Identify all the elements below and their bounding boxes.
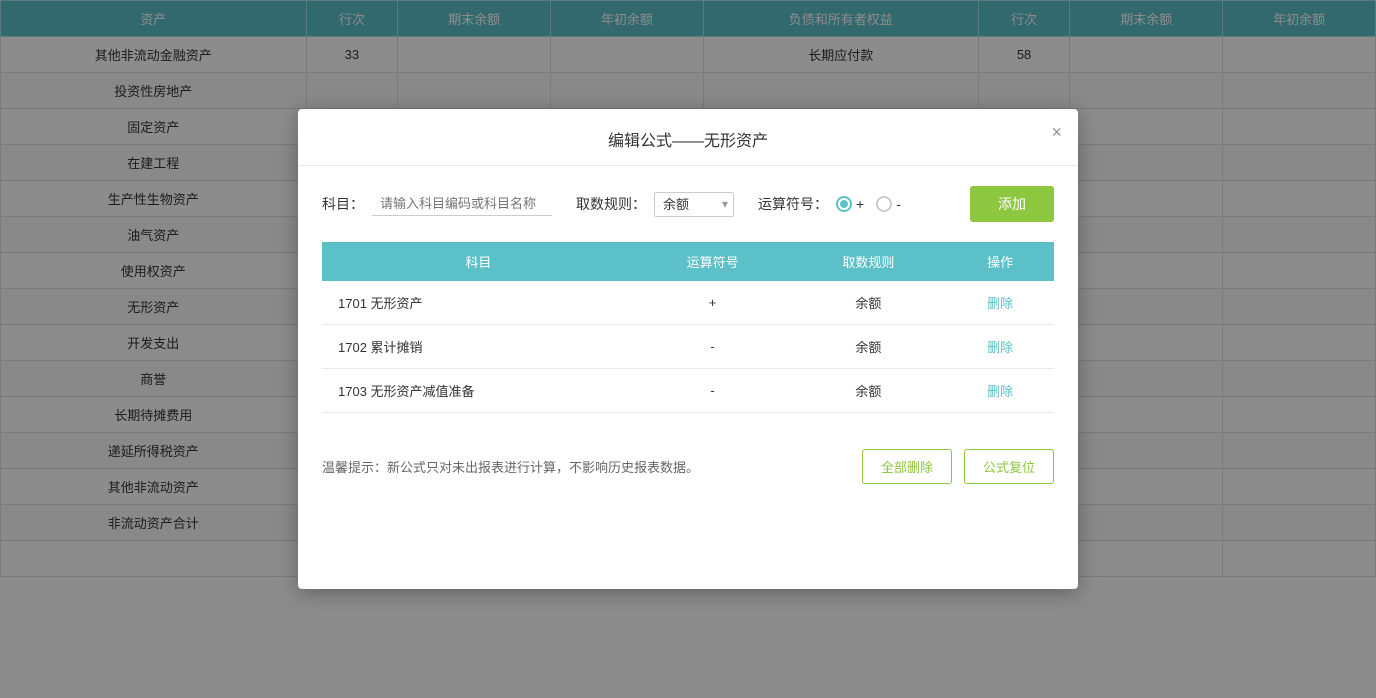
reset-formula-button[interactable]: 公式复位 (964, 449, 1054, 484)
table-cell-subject: 1702 累计摊销 (322, 325, 635, 369)
modal-footer: 温馨提示：新公式只对未出报表进行计算，不影响历史报表数据。 全部删除 公式复位 (298, 433, 1078, 484)
formula-form-row: 科目： 取数规则： 余额 借方 贷方 运算符号： (322, 186, 1054, 222)
table-cell-operator: - (635, 325, 791, 369)
table-header-action: 操作 (946, 242, 1054, 281)
delete-row-button[interactable]: 删除 (987, 384, 1013, 399)
footer-buttons: 全部删除 公式复位 (862, 449, 1054, 484)
operator-minus-label: - (896, 196, 901, 212)
table-cell-rule: 余额 (791, 369, 947, 413)
modal-body: 科目： 取数规则： 余额 借方 贷方 运算符号： (298, 166, 1078, 433)
operator-plus-radio-circle (836, 196, 852, 212)
delete-row-button[interactable]: 删除 (987, 340, 1013, 355)
rule-group: 取数规则： 余额 借方 贷方 (576, 192, 734, 217)
operator-minus-radio[interactable]: - (876, 196, 901, 212)
operator-minus-radio-circle (876, 196, 892, 212)
modal-close-button[interactable]: × (1051, 123, 1062, 141)
rule-select[interactable]: 余额 借方 贷方 (654, 192, 734, 217)
delete-row-button[interactable]: 删除 (987, 296, 1013, 311)
modal-header: 编辑公式——无形资产 × (298, 109, 1078, 166)
rule-select-wrap: 余额 借方 贷方 (654, 192, 734, 217)
table-header-operator: 运算符号 (635, 242, 791, 281)
modal-overlay: 编辑公式——无形资产 × 科目： 取数规则： 余额 借方 贷方 (0, 0, 1376, 698)
delete-all-button[interactable]: 全部删除 (862, 449, 952, 484)
table-cell-rule: 余额 (791, 325, 947, 369)
subject-label: 科目： (322, 194, 364, 214)
add-button[interactable]: 添加 (970, 186, 1054, 222)
edit-formula-modal: 编辑公式——无形资产 × 科目： 取数规则： 余额 借方 贷方 (298, 109, 1078, 589)
table-row: 1703 无形资产减值准备-余额 删除 (322, 369, 1054, 413)
table-row: 1701 无形资产+余额 删除 (322, 281, 1054, 325)
operator-plus-label: + (856, 196, 864, 212)
table-cell-subject: 1703 无形资产减值准备 (322, 369, 635, 413)
table-cell-operator: - (635, 369, 791, 413)
modal-title: 编辑公式——无形资产 (608, 133, 768, 150)
subject-group: 科目： (322, 192, 552, 216)
operator-plus-radio[interactable]: + (836, 196, 864, 212)
formula-table: 科目 运算符号 取数规则 操作 1701 无形资产+余额删除1702 累计摊销-… (322, 242, 1054, 413)
table-cell-operator: + (635, 281, 791, 325)
operator-group: 运算符号： + - (758, 194, 901, 214)
table-header-rule: 取数规则 (791, 242, 947, 281)
table-cell-action: 删除 (946, 281, 1054, 325)
operator-radio-group: + - (836, 196, 901, 212)
table-cell-rule: 余额 (791, 281, 947, 325)
subject-input[interactable] (372, 192, 552, 216)
rule-label: 取数规则： (576, 194, 646, 214)
table-cell-action: 删除 (946, 369, 1054, 413)
table-cell-subject: 1701 无形资产 (322, 281, 635, 325)
table-cell-action: 删除 (946, 325, 1054, 369)
operator-label: 运算符号： (758, 194, 828, 214)
table-row: 1702 累计摊销-余额 删除 (322, 325, 1054, 369)
table-header-subject: 科目 (322, 242, 635, 281)
footer-tip: 温馨提示：新公式只对未出报表进行计算，不影响历史报表数据。 (322, 457, 699, 476)
